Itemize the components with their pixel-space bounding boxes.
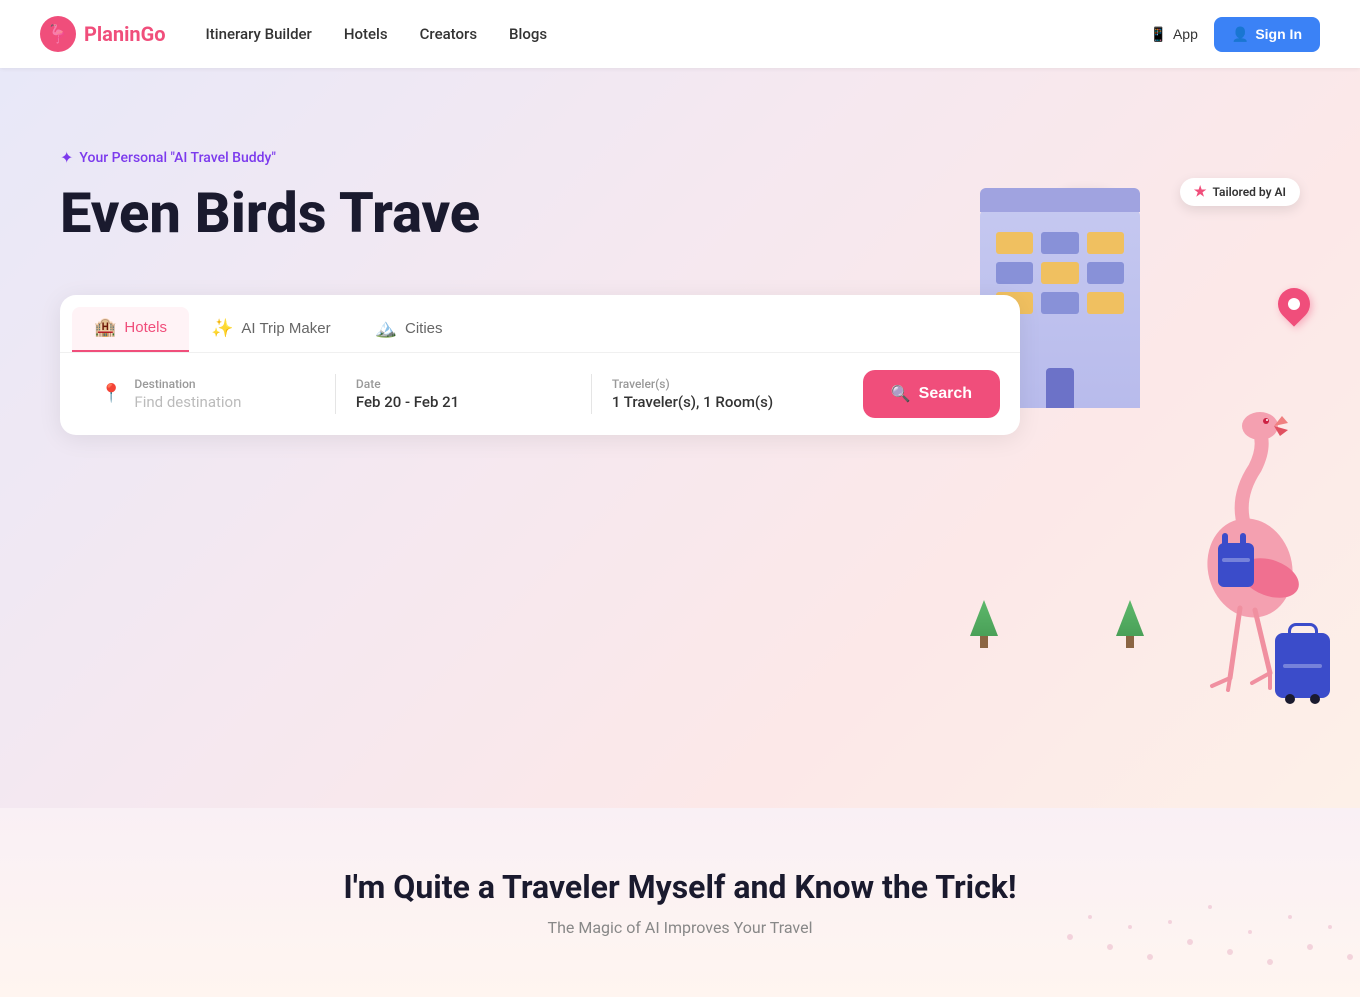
mobile-icon: 📱 (1150, 26, 1167, 43)
user-icon: 👤 (1232, 26, 1249, 43)
date-field[interactable]: Date Feb 20 - Feb 21 (336, 369, 591, 419)
search-tabs: 🏨 Hotels ✨ AI Trip Maker 🏔️ Cities (60, 295, 1020, 353)
ai-icon: ✨ (211, 318, 233, 339)
nav-right: 📱 App 👤 Sign In (1150, 17, 1320, 52)
luggage (1275, 633, 1330, 698)
tailored-badge: ★ Tailored by AI (1180, 178, 1300, 206)
building-door (1046, 368, 1074, 408)
star-icon: ★ (1194, 184, 1207, 200)
navbar: 🦩 PlaninGo Itinerary Builder Hotels Crea… (0, 0, 1360, 68)
mountain-icon: 🏔️ (375, 318, 397, 339)
travelers-field[interactable]: Traveler(s) 1 Traveler(s), 1 Room(s) (592, 369, 847, 419)
illustration-container: ★ Tailored by AI (960, 168, 1340, 708)
logo-icon: 🦩 (40, 16, 76, 52)
tree-left (970, 600, 998, 648)
map-pin (1271, 281, 1316, 326)
search-button[interactable]: 🔍 Search (863, 370, 1000, 418)
destination-field[interactable]: 📍 Destination Find destination (80, 369, 335, 419)
bottom-title: I'm Quite a Traveler Myself and Know the… (40, 868, 1320, 906)
bottom-section: I'm Quite a Traveler Myself and Know the… (0, 808, 1360, 997)
tab-ai-trip[interactable]: ✨ AI Trip Maker (189, 307, 353, 352)
hero-badge: ✦ Your Personal "AI Travel Buddy" (60, 148, 276, 167)
app-button[interactable]: 📱 App (1150, 26, 1198, 43)
hero-content: ✦ Your Personal "AI Travel Buddy" Even B… (60, 148, 680, 435)
hotels-icon: 🏨 (94, 317, 116, 338)
hero-section: ✦ Your Personal "AI Travel Buddy" Even B… (0, 68, 1360, 808)
bottom-subtitle: The Magic of AI Improves Your Travel (40, 918, 1320, 937)
location-icon: 📍 (100, 383, 122, 404)
nav-links: Itinerary Builder Hotels Creators Blogs (206, 25, 548, 43)
logo[interactable]: 🦩 PlaninGo (40, 16, 166, 52)
search-bar: 📍 Destination Find destination Date Feb … (60, 353, 1020, 435)
nav-link-hotels[interactable]: Hotels (344, 25, 388, 43)
hero-illustration: ★ Tailored by AI (940, 68, 1360, 808)
nav-link-creators[interactable]: Creators (420, 25, 477, 43)
search-icon: 🔍 (891, 384, 911, 404)
logo-text: PlaninGo (84, 22, 166, 46)
sparkle-icon: ✦ (60, 148, 73, 167)
nav-link-itinerary[interactable]: Itinerary Builder (206, 25, 312, 43)
tab-cities[interactable]: 🏔️ Cities (353, 307, 465, 352)
tab-hotels[interactable]: 🏨 Hotels (72, 307, 189, 352)
search-card: 🏨 Hotels ✨ AI Trip Maker 🏔️ Cities 📍 (60, 295, 1020, 435)
signin-button[interactable]: 👤 Sign In (1214, 17, 1320, 52)
nav-link-blogs[interactable]: Blogs (509, 25, 547, 43)
hero-title: Even Birds Trave (60, 183, 680, 245)
